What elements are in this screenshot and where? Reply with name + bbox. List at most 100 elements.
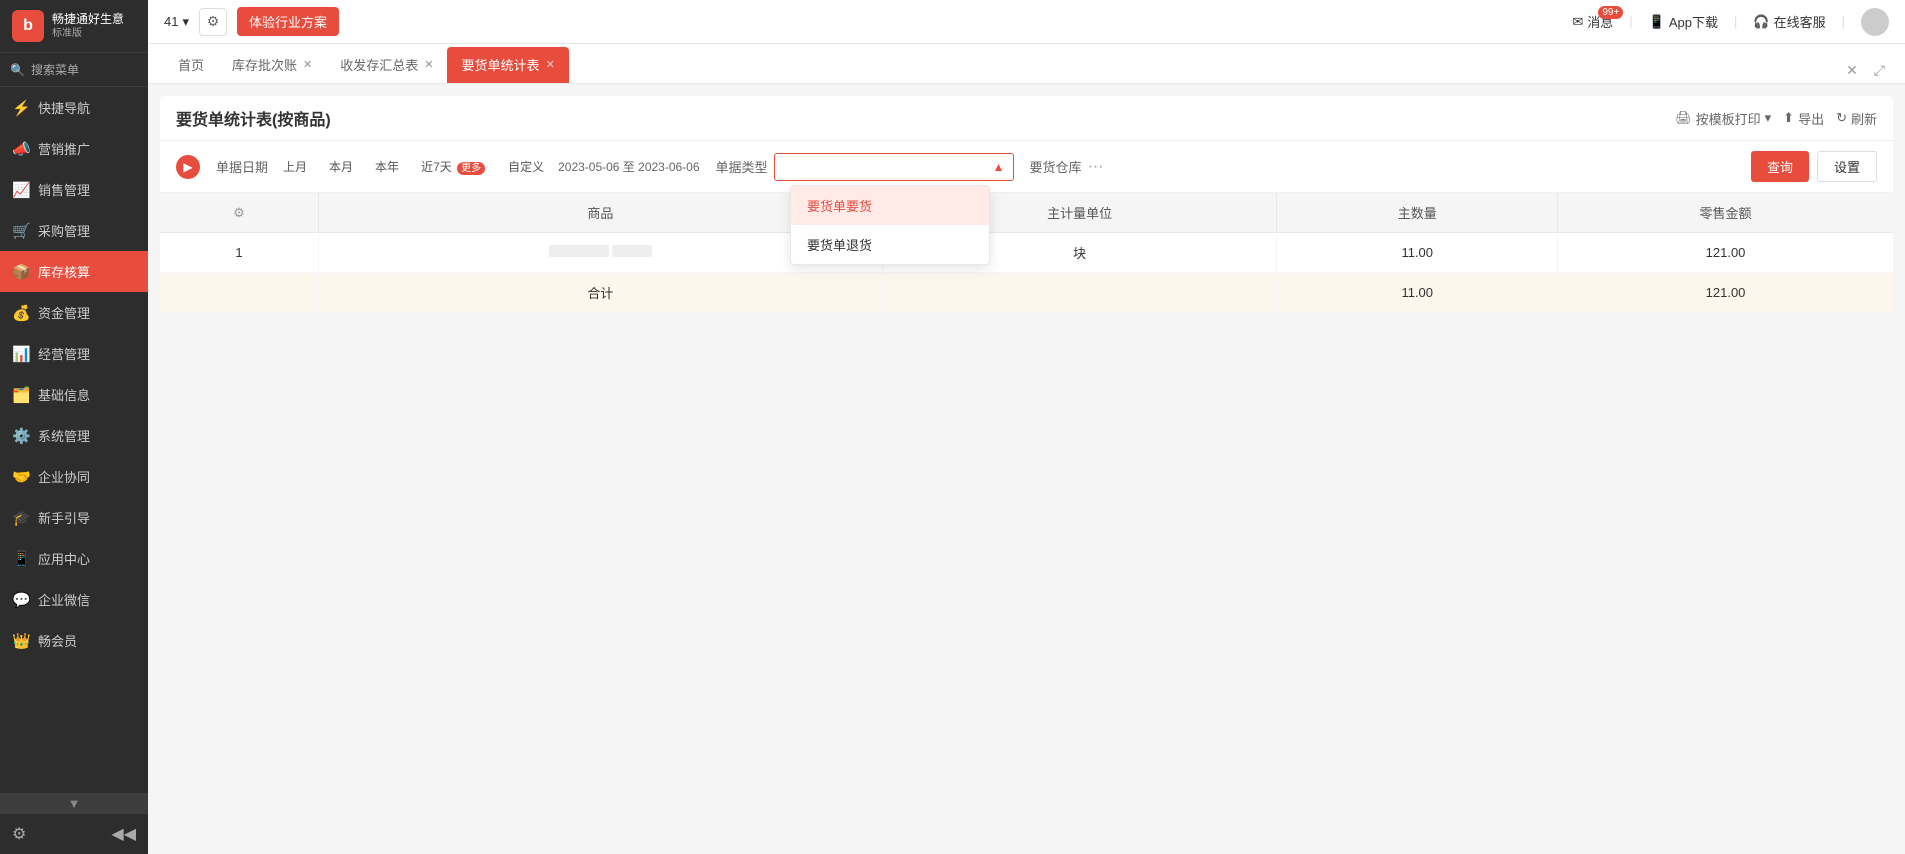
- date-shortcuts: 上月 本月 本年 近7天 更多: [274, 155, 494, 178]
- tab-order-summary-close[interactable]: ✕: [546, 58, 555, 71]
- nav-label-sales: 销售管理: [38, 180, 136, 199]
- topbar-gear-button[interactable]: ⚙: [199, 8, 227, 36]
- tab-inventory-batch[interactable]: 库存批次账 ✕: [218, 47, 326, 83]
- dropdown-item-order-purchase[interactable]: 要货单要货: [791, 186, 989, 225]
- export-icon: ⬆: [1783, 110, 1794, 126]
- sidebar-item-finance[interactable]: 💰资金管理: [0, 292, 148, 333]
- sidebar-footer: ⚙ ◀◀: [0, 813, 148, 854]
- online-service-link[interactable]: 🎧 在线客服: [1753, 12, 1825, 31]
- sidebar-scroll-down[interactable]: ▼: [0, 793, 148, 813]
- dropdown-item-order-return[interactable]: 要货单退货: [791, 225, 989, 264]
- type-select[interactable]: ▲: [774, 153, 1014, 181]
- total-unit: [882, 273, 1277, 313]
- sidebar-item-system[interactable]: ⚙️ 系统管理: [0, 415, 148, 456]
- user-avatar[interactable]: [1861, 8, 1889, 36]
- type-filter-label: 单据类型: [716, 157, 768, 176]
- search-menu[interactable]: 🔍 搜索菜单: [0, 53, 148, 87]
- nav-icon-inventory: 📦: [12, 263, 30, 281]
- date-last-7-days[interactable]: 近7天 更多: [412, 155, 494, 178]
- tab-order-summary-label: 要货单统计表: [461, 55, 539, 74]
- app-version: 标准版: [52, 27, 124, 40]
- print-arrow-icon: ▾: [1765, 110, 1772, 126]
- print-label: 按模板打印: [1696, 109, 1761, 128]
- store-selector[interactable]: 41 ▾: [164, 14, 189, 30]
- sidebar-item-enterprise[interactable]: 🤝企业协同: [0, 456, 148, 497]
- nav-icon-purchase: 🛒: [12, 222, 30, 240]
- export-button[interactable]: ⬆ 导出: [1783, 109, 1824, 128]
- filter-expand-button[interactable]: ▶: [176, 155, 200, 179]
- nav-label-system: 系统管理: [38, 426, 136, 445]
- total-label: 合计: [318, 273, 882, 313]
- nav-label-purchase: 采购管理: [38, 221, 136, 240]
- setting-button[interactable]: 设置: [1817, 151, 1877, 182]
- type-dropdown: 要货单要货 要货单退货: [790, 185, 990, 265]
- total-row: 合计 11.00 121.00: [160, 273, 1893, 313]
- sidebar-item-weixin[interactable]: 💬 企业微信: [0, 579, 148, 620]
- tab-close-all-button[interactable]: ✕: [1842, 58, 1862, 83]
- export-label: 导出: [1798, 109, 1824, 128]
- sidebar-item-marketing[interactable]: 📣营销推广: [0, 128, 148, 169]
- more-badge: 更多: [457, 162, 485, 175]
- topbar: 41 ▾ ⚙ 体验行业方案 ✉ 消息 99+ | 📱 App下载 | 🎧 在线客…: [148, 0, 1905, 44]
- tab-receive-summary[interactable]: 收发存汇总表 ✕: [326, 47, 447, 83]
- settings-icon[interactable]: ⚙: [12, 824, 26, 844]
- message-button[interactable]: ✉ 消息 99+: [1572, 12, 1613, 31]
- nav-label-appstore: 应用中心: [38, 549, 136, 568]
- table-settings-icon[interactable]: ⚙: [233, 205, 245, 220]
- tab-order-summary[interactable]: 要货单统计表 ✕: [447, 47, 568, 83]
- sidebar-item-purchase[interactable]: 🛒 采购管理: [0, 210, 148, 251]
- total-empty: [160, 273, 318, 313]
- sidebar-item-basic[interactable]: 🗂️基础信息: [0, 374, 148, 415]
- total-quantity: 11.00: [1277, 273, 1558, 313]
- query-button[interactable]: 查询: [1751, 151, 1809, 182]
- app-name: 畅捷通好生意: [52, 12, 124, 28]
- date-this-month[interactable]: 本月: [320, 155, 362, 178]
- search-menu-label: 搜索菜单: [31, 61, 79, 78]
- nav-label-weixin: 企业微信: [38, 590, 136, 609]
- nav-icon-operations: 📊: [12, 345, 30, 363]
- search-icon: 🔍: [10, 63, 25, 77]
- product-placeholder: [549, 245, 609, 257]
- sidebar-item-operations[interactable]: 📊经营管理: [0, 333, 148, 374]
- industry-btn[interactable]: 体验行业方案: [237, 7, 339, 36]
- sidebar-item-member[interactable]: 👑畅会员: [0, 620, 148, 661]
- nav-icon-weixin: 💬: [12, 591, 30, 609]
- nav-icon-system: ⚙️: [12, 427, 30, 445]
- app-download-link[interactable]: 📱 App下载: [1649, 12, 1718, 31]
- tab-home[interactable]: 首页: [164, 47, 218, 83]
- page-title: 要货单统计表(按商品): [176, 106, 331, 130]
- tab-inventory-batch-close[interactable]: ✕: [303, 58, 312, 71]
- filter-bar: ▶ 单据日期 上月 本月 本年 近7天 更多 自定义 2023-05-06 至 …: [160, 141, 1893, 193]
- sidebar-item-guide[interactable]: 🎓新手引导: [0, 497, 148, 538]
- sidebar-logo: b 畅捷通好生意 标准版: [0, 0, 148, 53]
- sidebar-item-appstore[interactable]: 📱应用中心: [0, 538, 148, 579]
- nav-label-quick-nav: 快捷导航: [38, 98, 136, 117]
- nav-label-basic: 基础信息: [38, 385, 136, 404]
- sidebar-item-sales[interactable]: 📈销售管理: [0, 169, 148, 210]
- cell-amount: 121.00: [1558, 233, 1893, 273]
- nav-icon-member: 👑: [12, 632, 30, 650]
- tabbar-actions: ✕ ⤢: [1842, 58, 1889, 83]
- th-amount: 零售金额: [1558, 193, 1893, 233]
- print-template-button[interactable]: 🖨 按模板打印 ▾: [1675, 109, 1771, 128]
- cell-quantity: 11.00: [1277, 233, 1558, 273]
- custom-date-button[interactable]: 自定义: [500, 156, 552, 177]
- message-icon: ✉: [1572, 14, 1583, 30]
- warehouse-more-icon[interactable]: ···: [1088, 158, 1104, 176]
- sidebar-item-quick-nav[interactable]: ⚡ 快捷导航: [0, 87, 148, 128]
- tab-receive-summary-close[interactable]: ✕: [424, 58, 433, 71]
- date-filter-label: 单据日期: [216, 157, 268, 176]
- nav-icon-marketing: 📣: [12, 140, 30, 158]
- tabbar: 首页 库存批次账 ✕ 收发存汇总表 ✕ 要货单统计表 ✕ ✕ ⤢: [148, 44, 1905, 84]
- date-last-month[interactable]: 上月: [274, 155, 316, 178]
- sidebar-item-inventory[interactable]: 📦库存核算: [0, 251, 148, 292]
- collapse-icon[interactable]: ◀◀: [111, 824, 136, 844]
- th-quantity: 主数量: [1277, 193, 1558, 233]
- tab-inventory-batch-label: 库存批次账: [232, 55, 297, 74]
- refresh-button[interactable]: ↻ 刷新: [1836, 109, 1877, 128]
- tab-expand-button[interactable]: ⤢: [1870, 58, 1889, 83]
- total-amount: 121.00: [1558, 273, 1893, 313]
- service-label: 在线客服: [1774, 12, 1826, 31]
- nav-icon-quick-nav: ⚡: [12, 99, 30, 117]
- date-this-year[interactable]: 本年: [366, 155, 408, 178]
